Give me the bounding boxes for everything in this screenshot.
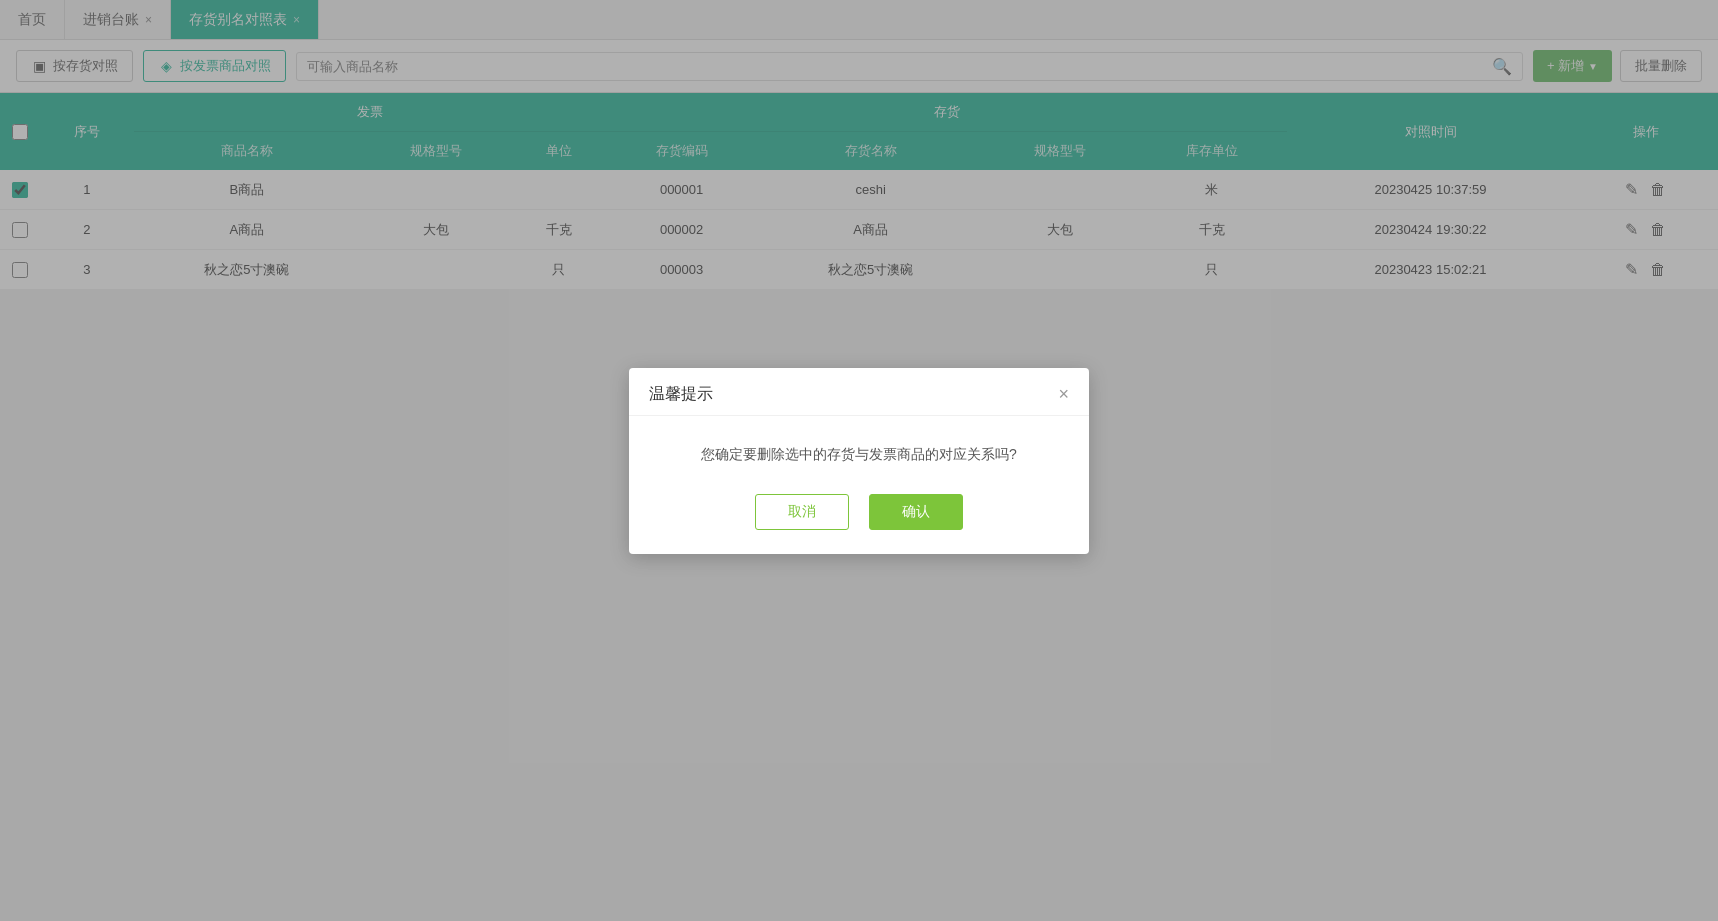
modal-overlay: 温馨提示 × 您确定要删除选中的存货与发票商品的对应关系吗? 取消 确认 [0, 0, 1718, 290]
